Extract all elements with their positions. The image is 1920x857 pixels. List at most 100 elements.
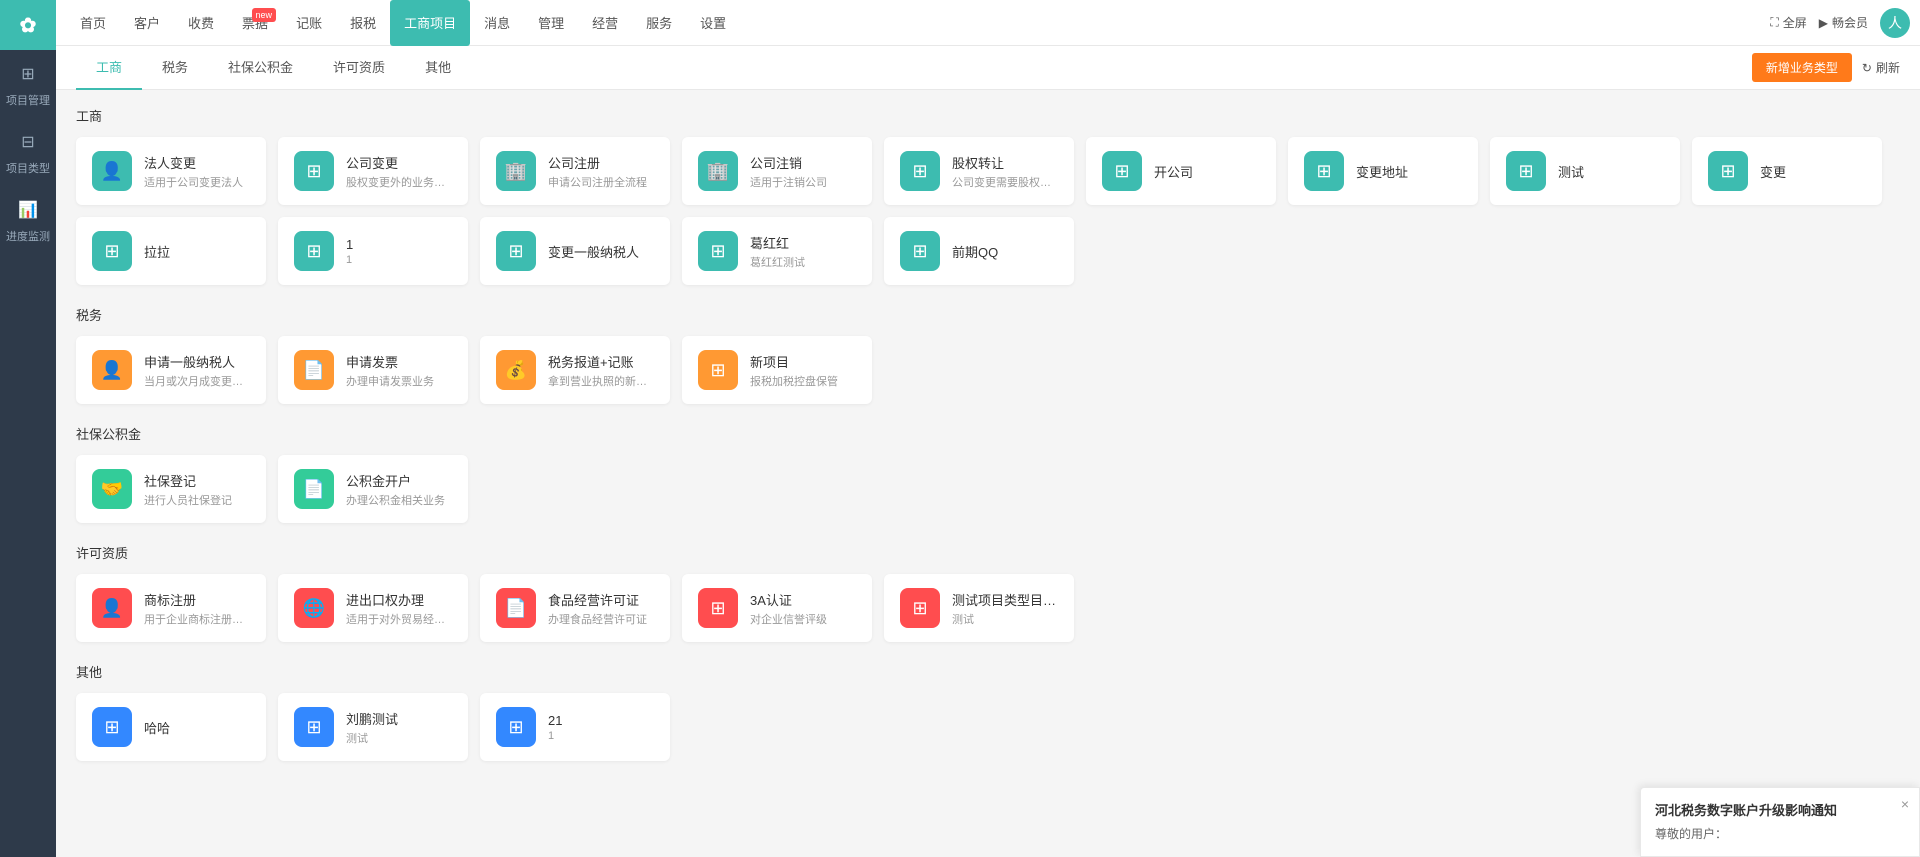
card-desc-company-cancel: 适用于注销公司: [750, 174, 856, 190]
fullscreen-label: 全屏: [1783, 14, 1807, 31]
card-desc-twentyone: 1: [548, 730, 654, 742]
card-brand-register[interactable]: 👤 商标注册 用于企业商标注册服务: [76, 574, 266, 642]
card-legal-change[interactable]: 👤 法人变更 适用于公司变更法人: [76, 137, 266, 205]
card-text-twentyone: 21 1: [548, 713, 654, 742]
card-icon-company-cancel: 🏢: [698, 151, 738, 191]
card-haha[interactable]: ⊞ 哈哈: [76, 693, 266, 761]
notif-close-btn[interactable]: ×: [1901, 796, 1909, 812]
nav-management[interactable]: 管理: [524, 0, 578, 46]
card-title-equity-transfer: 股权转让: [952, 153, 1058, 172]
card-desc-food-license: 办理食品经营许可证: [548, 611, 654, 627]
card-title-test1: 测试: [1558, 162, 1664, 181]
ticket-badge: new: [252, 8, 277, 23]
card-food-license[interactable]: 📄 食品经营许可证 办理食品经营许可证: [480, 574, 670, 642]
cards-grid-shuiwu: 👤 申请一般纳税人 当月或次月成变更完成 📄 申请发票 办理申请发票业务 💰 税…: [76, 336, 1900, 404]
sidebar-item-project-mgmt[interactable]: ⊞ 项目管理: [0, 50, 56, 118]
card-one1[interactable]: ⊞ 1 1: [278, 217, 468, 285]
nav-customer[interactable]: 客户: [120, 0, 174, 46]
vip-btn[interactable]: ▶ 畅会员: [1819, 14, 1868, 31]
card-3a-cert[interactable]: ⊞ 3A认证 对企业信誉评级: [682, 574, 872, 642]
tab-gongshang[interactable]: 工商: [76, 46, 142, 90]
card-tax-report[interactable]: 💰 税务报道+记账 拿到营业执照的新公司: [480, 336, 670, 404]
card-lala[interactable]: ⊞ 拉拉: [76, 217, 266, 285]
card-text-change1: 变更: [1760, 162, 1866, 181]
notif-text: 尊敬的用户：: [1655, 825, 1905, 844]
card-company-change[interactable]: ⊞ 公司变更 股权变更外的业务变更: [278, 137, 468, 205]
card-text-company-cancel: 公司注销 适用于注销公司: [750, 153, 856, 190]
card-test-type[interactable]: ⊞ 测试项目类型目定义 测试: [884, 574, 1074, 642]
sidebar: ✿ ⊞ 项目管理 ⊟ 项目类型 📊 进度监测: [0, 0, 56, 857]
card-icon-food-license: 📄: [496, 588, 536, 628]
card-change-address[interactable]: ⊞ 变更地址: [1288, 137, 1478, 205]
tab-shebao[interactable]: 社保公积金: [208, 46, 313, 90]
card-import-export[interactable]: 🌐 进出口权办理 适用于对外贸易经营者: [278, 574, 468, 642]
sidebar-logo: ✿: [0, 0, 56, 50]
card-social-register[interactable]: 🤝 社保登记 进行人员社保登记: [76, 455, 266, 523]
card-text-test1: 测试: [1558, 162, 1664, 181]
card-text-food-license: 食品经营许可证 办理食品经营许可证: [548, 590, 654, 627]
section-title-shuiwu: 税务: [76, 305, 1900, 324]
card-title-new-project: 新项目: [750, 352, 856, 371]
avatar[interactable]: 人: [1880, 8, 1910, 38]
card-text-equity-transfer: 股权转让 公司变更需要股权转让: [952, 153, 1058, 190]
card-title-fund-open: 公积金开户: [346, 471, 452, 490]
card-test1[interactable]: ⊞ 测试: [1490, 137, 1680, 205]
card-open-company[interactable]: ⊞ 开公司: [1086, 137, 1276, 205]
card-liupengtest[interactable]: ⊞ 刘鹏测试 测试: [278, 693, 468, 761]
card-icon-brand-register: 👤: [92, 588, 132, 628]
card-company-register[interactable]: 🏢 公司注册 申请公司注册全流程: [480, 137, 670, 205]
card-icon-test1: ⊞: [1506, 151, 1546, 191]
sidebar-item-project-type[interactable]: ⊟ 项目类型: [0, 118, 56, 186]
nav-ticket[interactable]: 票据 new: [228, 0, 282, 46]
cards-grid-other: ⊞ 哈哈 ⊞ 刘鹏测试 测试 ⊞ 21 1: [76, 693, 1900, 761]
nav-industry[interactable]: 工商项目: [390, 0, 470, 46]
cards-grid-shebao: 🤝 社保登记 进行人员社保登记 📄 公积金开户 办理公积金相关业务: [76, 455, 1900, 523]
sidebar-label-progress-monitor: 进度监测: [6, 228, 50, 244]
card-fund-open[interactable]: 📄 公积金开户 办理公积金相关业务: [278, 455, 468, 523]
card-change1[interactable]: ⊞ 变更: [1692, 137, 1882, 205]
card-title-legal-change: 法人变更: [144, 153, 250, 172]
sidebar-label-project-type: 项目类型: [6, 160, 50, 176]
card-icon-apply-invoice: 📄: [294, 350, 334, 390]
card-icon-test-type: ⊞: [900, 588, 940, 628]
card-desc-one1: 1: [346, 254, 452, 266]
card-apply-invoice[interactable]: 📄 申请发票 办理申请发票业务: [278, 336, 468, 404]
tab-shuiwu[interactable]: 税务: [142, 46, 208, 90]
sidebar-item-progress-monitor[interactable]: 📊 进度监测: [0, 186, 56, 254]
nav-settings[interactable]: 设置: [686, 0, 740, 46]
card-icon-gehonghong: ⊞: [698, 231, 738, 271]
card-change-tax[interactable]: ⊞ 变更一般纳税人: [480, 217, 670, 285]
card-desc-apply-tax: 当月或次月成变更完成: [144, 373, 250, 389]
card-title-open-company: 开公司: [1154, 162, 1260, 181]
tab-xuke[interactable]: 许可资质: [313, 46, 405, 90]
card-desc-3a-cert: 对企业信誉评级: [750, 611, 856, 627]
card-equity-transfer[interactable]: ⊞ 股权转让 公司变更需要股权转让: [884, 137, 1074, 205]
nav-operation[interactable]: 经营: [578, 0, 632, 46]
nav-service[interactable]: 服务: [632, 0, 686, 46]
card-qianqiqq[interactable]: ⊞ 前期QQ: [884, 217, 1074, 285]
project-type-icon: ⊟: [14, 128, 42, 156]
nav-collection[interactable]: 收费: [174, 0, 228, 46]
card-icon-twentyone: ⊞: [496, 707, 536, 747]
nav-accounting[interactable]: 记账: [282, 0, 336, 46]
card-new-project[interactable]: ⊞ 新项目 报税加税控盘保管: [682, 336, 872, 404]
fullscreen-btn[interactable]: ⛶ 全屏: [1770, 14, 1806, 31]
card-text-change-tax: 变更一般纳税人: [548, 242, 654, 261]
card-title-company-cancel: 公司注销: [750, 153, 856, 172]
nav-tax[interactable]: 报税: [336, 0, 390, 46]
nav-message[interactable]: 消息: [470, 0, 524, 46]
nav-home[interactable]: 首页: [66, 0, 120, 46]
card-company-cancel[interactable]: 🏢 公司注销 适用于注销公司: [682, 137, 872, 205]
play-icon: ▶: [1819, 16, 1828, 30]
add-type-button[interactable]: 新增业务类型: [1752, 53, 1852, 82]
card-icon-qianqiqq: ⊞: [900, 231, 940, 271]
card-apply-tax[interactable]: 👤 申请一般纳税人 当月或次月成变更完成: [76, 336, 266, 404]
card-icon-apply-tax: 👤: [92, 350, 132, 390]
sidebar-label-project-mgmt: 项目管理: [6, 92, 50, 108]
card-title-one1: 1: [346, 237, 452, 252]
refresh-button[interactable]: ↻ 刷新: [1862, 59, 1900, 76]
card-gehonghong[interactable]: ⊞ 葛红红 葛红红测试: [682, 217, 872, 285]
card-twentyone[interactable]: ⊞ 21 1: [480, 693, 670, 761]
tab-other[interactable]: 其他: [405, 46, 471, 90]
card-title-qianqiqq: 前期QQ: [952, 242, 1058, 261]
